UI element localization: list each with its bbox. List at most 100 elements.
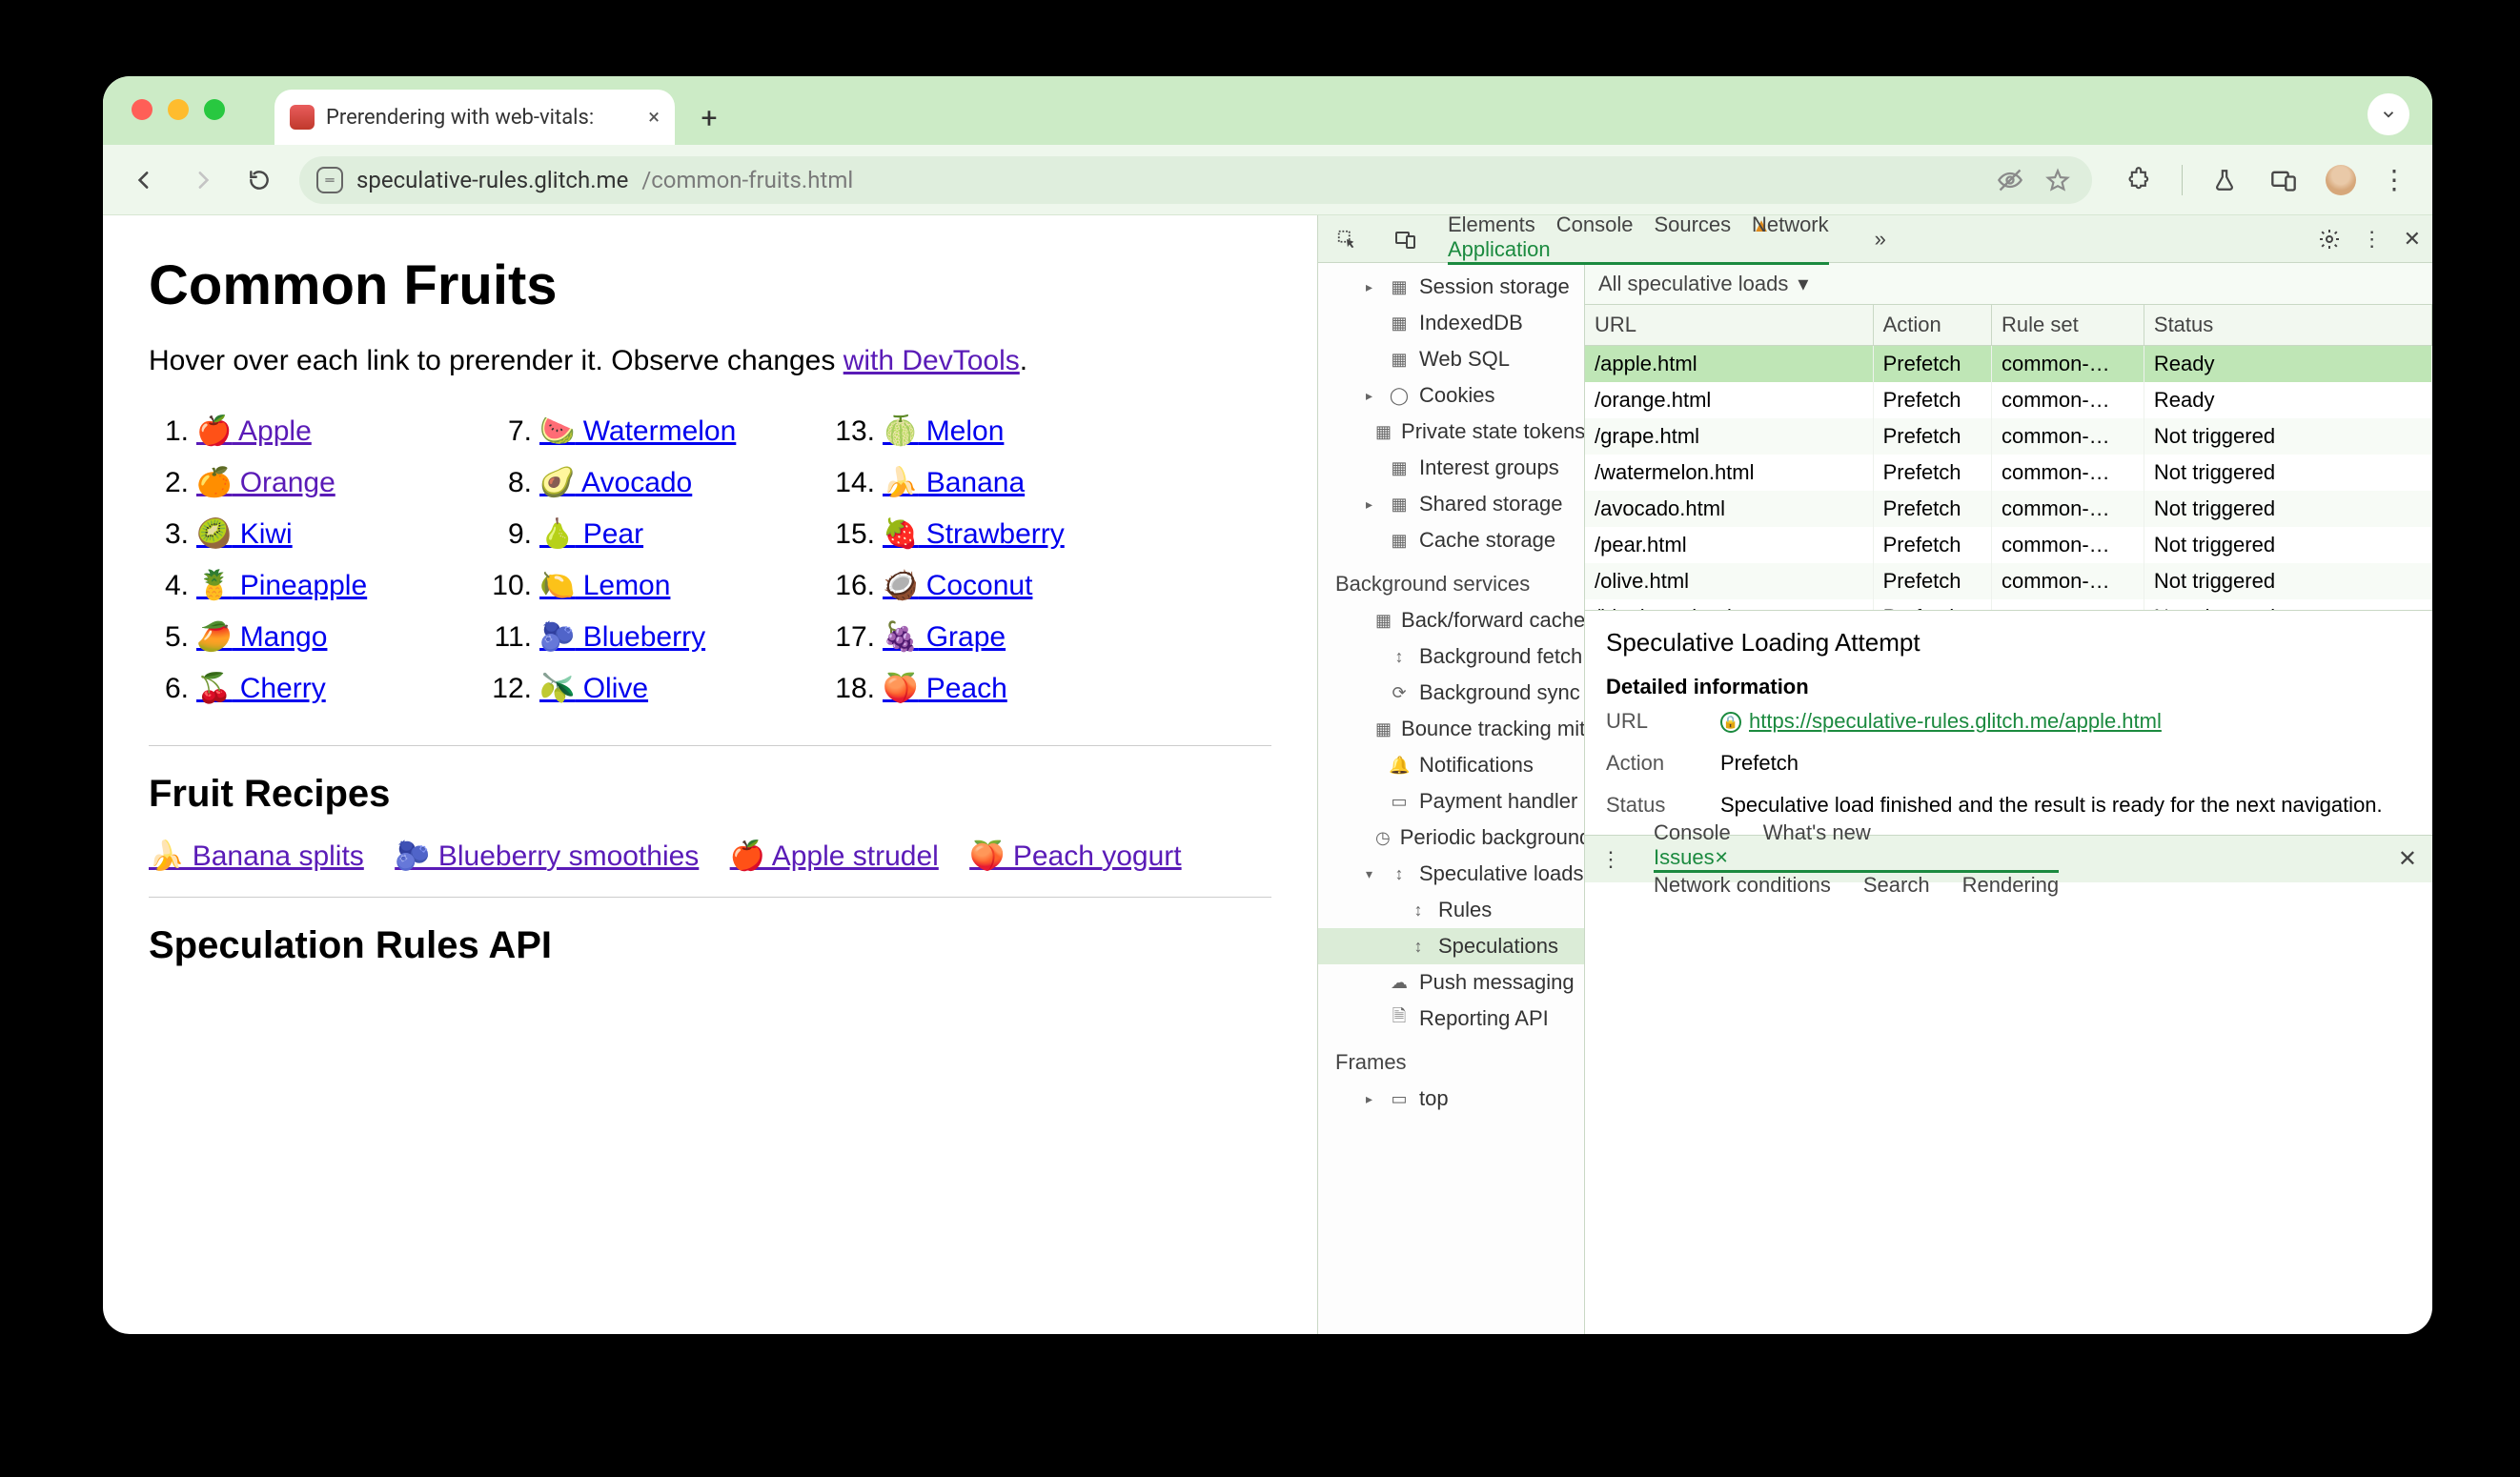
fruit-link[interactable]: 🫒 Olive	[539, 672, 648, 705]
minimize-window-button[interactable]	[168, 99, 189, 120]
devtools-tab-elements[interactable]: Elements	[1448, 212, 1535, 236]
drawer-tab-network-conditions[interactable]: Network conditions	[1654, 873, 1831, 897]
speculation-filter[interactable]: All speculative loads ▾	[1585, 263, 2432, 305]
table-row[interactable]: /apple.htmlPrefetchcommon-…Ready	[1585, 346, 2432, 383]
tree-row[interactable]: ▦IndexedDB	[1318, 305, 1584, 341]
divider	[149, 745, 1271, 746]
with-devtools-link[interactable]: with DevTools	[843, 345, 1020, 376]
drawer-tab-issues[interactable]: Issues ✕	[1654, 845, 2059, 873]
tree-row[interactable]: 🗎Reporting API	[1318, 1001, 1584, 1037]
detail-url-link[interactable]: https://speculative-rules.glitch.me/appl…	[1749, 709, 2162, 733]
table-row[interactable]: /olive.htmlPrefetchcommon-…Not triggered	[1585, 563, 2432, 599]
column-header[interactable]: Rule set	[1991, 305, 2144, 346]
device-toolbar-icon[interactable]	[1389, 222, 1423, 256]
tree-row[interactable]: ▦Back/forward cache	[1318, 602, 1584, 638]
browser-tab[interactable]: Prerendering with web-vitals: ×	[274, 90, 675, 145]
labs-icon[interactable]	[2207, 163, 2242, 197]
inspect-element-icon[interactable]	[1330, 222, 1364, 256]
tree-row[interactable]: ▭Payment handler	[1318, 783, 1584, 819]
back-button[interactable]	[128, 163, 162, 197]
profile-avatar[interactable]	[2326, 165, 2356, 195]
close-devtools-button[interactable]: ✕	[2404, 227, 2421, 252]
fruit-link[interactable]: 🍋 Lemon	[539, 569, 670, 602]
tree-row[interactable]: ↕Speculations	[1318, 928, 1584, 964]
close-window-button[interactable]	[132, 99, 152, 120]
tree-row[interactable]: 🔔Notifications	[1318, 747, 1584, 783]
fruit-link[interactable]: 🫐 Blueberry	[539, 620, 705, 654]
reload-button[interactable]	[242, 163, 276, 197]
tree-row[interactable]: ▸▦Session storage	[1318, 269, 1584, 305]
devtools-more-tabs[interactable]: »	[1875, 227, 1886, 252]
fruit-link[interactable]: 🥝 Kiwi	[196, 517, 293, 551]
recipe-link[interactable]: 🍌 Banana splits	[149, 840, 364, 872]
devices-icon[interactable]	[2266, 163, 2301, 197]
site-info-icon[interactable]	[316, 167, 343, 193]
star-bookmark-icon[interactable]	[2041, 163, 2075, 197]
tree-row[interactable]: ⟳Background sync	[1318, 675, 1584, 711]
devtools-tab-application[interactable]: Application	[1448, 237, 1829, 265]
table-row[interactable]: /avocado.htmlPrefetchcommon-…Not trigger…	[1585, 491, 2432, 527]
tree-row[interactable]: ▦Private state tokens	[1318, 414, 1584, 450]
drawer-tab-console[interactable]: Console	[1654, 820, 1731, 844]
tree-row[interactable]: ▸▦Shared storage	[1318, 486, 1584, 522]
fruit-link[interactable]: 🍎 Apple	[196, 415, 312, 448]
tab-overflow-button[interactable]	[2368, 93, 2409, 135]
tree-row[interactable]: ▦Web SQL	[1318, 341, 1584, 377]
devtools-tab-network[interactable]: Network	[1752, 212, 1829, 236]
fruit-link[interactable]: 🍌 Banana	[883, 466, 1025, 499]
chrome-menu-button[interactable]: ⋮	[2381, 164, 2408, 195]
fruit-link[interactable]: 🍈 Melon	[883, 415, 1004, 448]
tree-row[interactable]: ↕Rules	[1318, 892, 1584, 928]
forward-button[interactable]	[185, 163, 219, 197]
maximize-window-button[interactable]	[204, 99, 225, 120]
recipe-link[interactable]: 🍎 Apple strudel	[730, 840, 939, 872]
tree-row[interactable]: ◷Periodic background sync	[1318, 819, 1584, 856]
column-header[interactable]: Action	[1873, 305, 1991, 346]
drawer-tab-search[interactable]: Search	[1863, 873, 1930, 897]
kebab-icon[interactable]: ⋮	[2362, 227, 2383, 252]
tree-row[interactable]: ↕Background fetch	[1318, 638, 1584, 675]
incognito-eye-icon[interactable]	[1993, 163, 2027, 197]
fruit-link[interactable]: 🍊 Orange	[196, 466, 335, 499]
tree-row[interactable]: ☁Push messaging	[1318, 964, 1584, 1001]
tree-row[interactable]: ▸◯Cookies	[1318, 377, 1584, 414]
extensions-icon[interactable]	[2123, 163, 2157, 197]
column-header[interactable]: URL	[1585, 305, 1873, 346]
table-row[interactable]: /watermelon.htmlPrefetchcommon-…Not trig…	[1585, 455, 2432, 491]
recipe-link[interactable]: 🍑 Peach yogurt	[969, 840, 1181, 872]
close-drawer-button[interactable]: ✕	[2398, 845, 2417, 873]
fruit-link[interactable]: 🍇 Grape	[883, 620, 1006, 654]
fruit-link[interactable]: 🥑 Avocado	[539, 466, 692, 499]
recipe-link[interactable]: 🫐 Blueberry smoothies	[395, 840, 699, 872]
tree-row[interactable]: ▦Interest groups	[1318, 450, 1584, 486]
table-row[interactable]: /grape.htmlPrefetchcommon-…Not triggered	[1585, 418, 2432, 455]
fruit-link[interactable]: 🍑 Peach	[883, 672, 1007, 705]
close-tab-button[interactable]: ×	[648, 106, 660, 130]
new-tab-button[interactable]: +	[682, 91, 736, 145]
fruit-link[interactable]: 🥭 Mango	[196, 620, 327, 654]
tree-row[interactable]: ▦Cache storage	[1318, 522, 1584, 558]
gear-icon[interactable]	[2318, 228, 2341, 251]
fruit-link[interactable]: 🍐 Pear	[539, 517, 643, 551]
fruit-link[interactable]: 🍒 Cherry	[196, 672, 326, 705]
tree-item-icon: ▦	[1375, 611, 1392, 631]
address-bar[interactable]: speculative-rules.glitch.me/common-fruit…	[299, 156, 2092, 204]
table-row[interactable]: /orange.htmlPrefetchcommon-…Ready	[1585, 382, 2432, 418]
fruit-item: 17. 🍇 Grape	[835, 612, 1159, 663]
kebab-icon[interactable]: ⋮	[1600, 847, 1621, 872]
tree-row[interactable]: ▸▭top	[1318, 1081, 1584, 1117]
tree-row[interactable]: ▾↕Speculative loads	[1318, 856, 1584, 892]
devtools-tab-console[interactable]: Console	[1556, 212, 1634, 236]
application-tree[interactable]: ▸▦Session storage▦IndexedDB▦Web SQL▸◯Coo…	[1318, 263, 1585, 1334]
fruit-link[interactable]: 🍉 Watermelon	[539, 415, 736, 448]
column-header[interactable]: Status	[2144, 305, 2431, 346]
fruit-link[interactable]: 🥥 Coconut	[883, 569, 1032, 602]
table-row[interactable]: /pear.htmlPrefetchcommon-…Not triggered	[1585, 527, 2432, 563]
table-row[interactable]: /blueberry.htmlPrefetchcommon-…Not trigg…	[1585, 599, 2432, 610]
devtools-tab-sources[interactable]: Sources	[1654, 212, 1731, 236]
drawer-tab-what-s-new[interactable]: What's new	[1763, 820, 1871, 844]
tree-row[interactable]: ▦Bounce tracking mitigations	[1318, 711, 1584, 747]
fruit-link[interactable]: 🍍 Pineapple	[196, 569, 367, 602]
drawer-tab-rendering[interactable]: Rendering	[1962, 873, 2060, 897]
fruit-link[interactable]: 🍓 Strawberry	[883, 517, 1065, 551]
